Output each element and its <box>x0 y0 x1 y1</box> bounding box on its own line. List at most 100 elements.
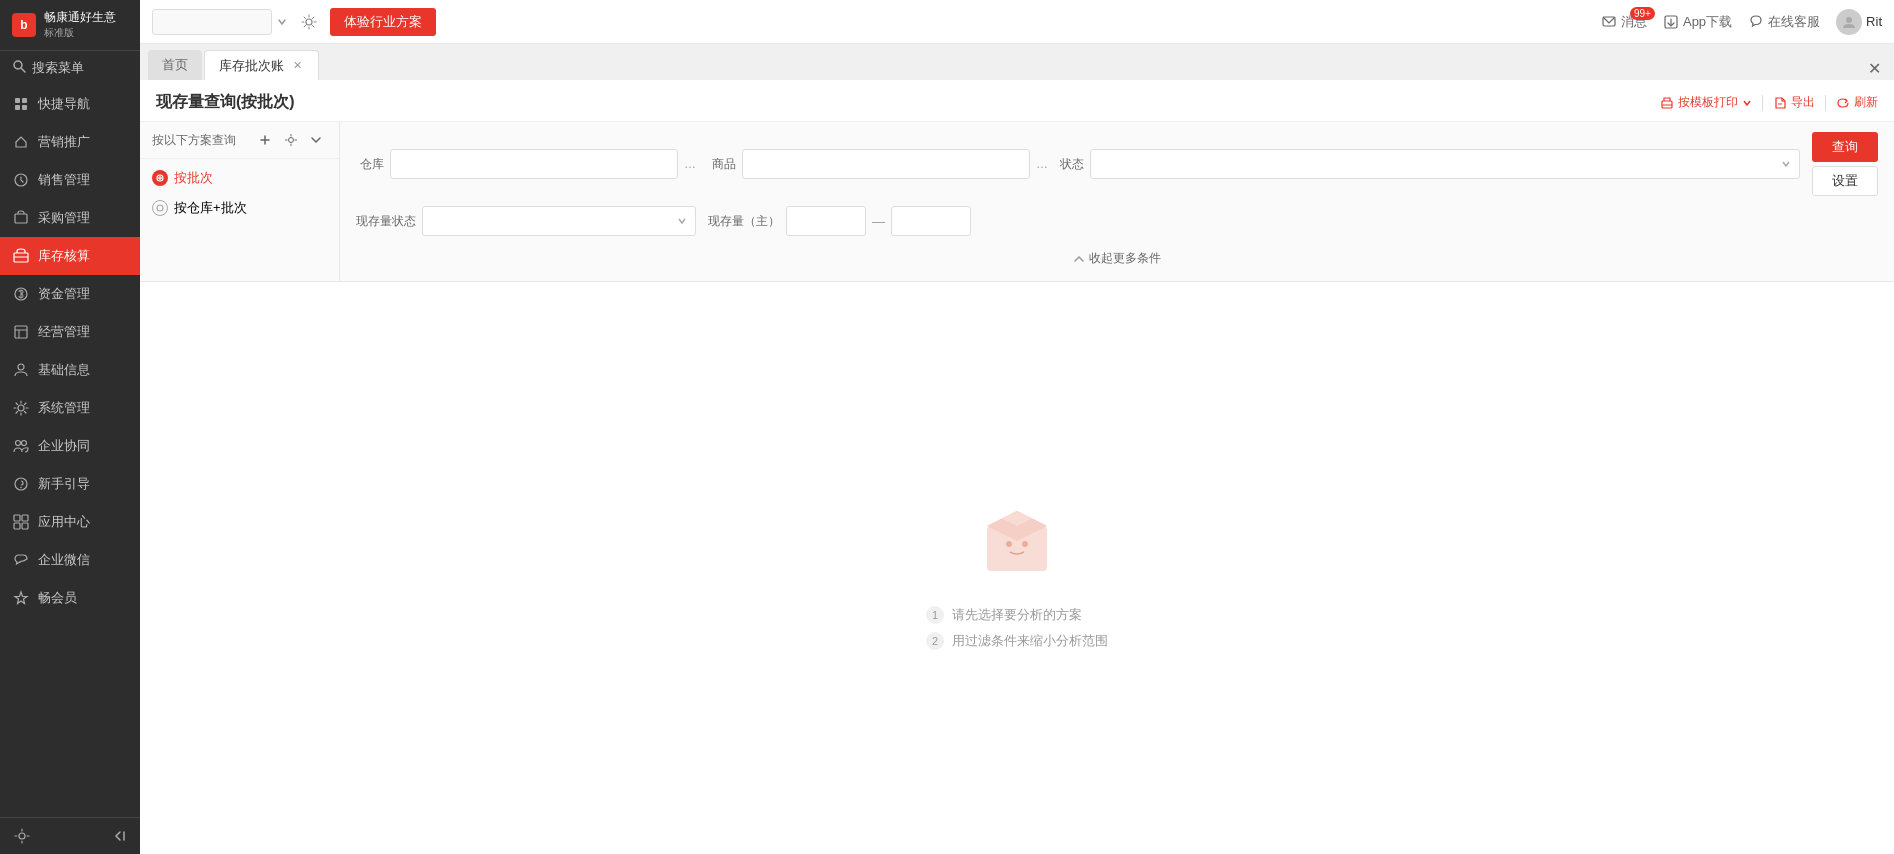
sidebar-item-label: 资金管理 <box>38 285 90 303</box>
operations-icon <box>12 323 30 341</box>
sidebar-footer <box>0 817 140 854</box>
warehouse-label: 仓库 <box>356 156 384 173</box>
sidebar-nav: 快捷导航 营销推广 销售管理 采购管理 <box>0 85 140 817</box>
query-btn[interactable]: 查询 <box>1812 132 1878 162</box>
sidebar-item-marketing[interactable]: 营销推广 <box>0 123 140 161</box>
tab-inventory-batch[interactable]: 库存批次账 ✕ <box>204 50 319 80</box>
goods-more-btn[interactable]: … <box>1036 157 1048 171</box>
sidebar-item-operations[interactable]: 经营管理 <box>0 313 140 351</box>
sidebar-item-basic[interactable]: 基础信息 <box>0 351 140 389</box>
user-avatar-btn[interactable]: Rit <box>1836 9 1882 35</box>
sidebar-item-enterprise-wechat[interactable]: 企业微信 <box>0 541 140 579</box>
empty-hint-2: 2 用过滤条件来缩小分析范围 <box>926 632 1108 650</box>
sidebar-item-finance[interactable]: 资金管理 <box>0 275 140 313</box>
app-download-btn[interactable]: App下载 <box>1663 13 1732 31</box>
filter-sidebar: 按以下方案查询 <box>140 122 340 281</box>
svg-point-31 <box>1846 17 1852 23</box>
panel-close-btn[interactable]: ✕ <box>1862 56 1886 80</box>
refresh-label: 刷新 <box>1854 94 1878 111</box>
sidebar-item-label: 销售管理 <box>38 171 90 189</box>
schema-item-batch[interactable]: 按批次 <box>140 163 339 193</box>
app-download-label: App下载 <box>1683 13 1732 31</box>
goods-input[interactable] <box>742 149 1030 179</box>
messages-badge: 99+ <box>1630 7 1655 20</box>
topbar-dropdown-btn[interactable] <box>276 16 288 28</box>
svg-point-0 <box>14 61 22 69</box>
empty-state: 1 请先选择要分析的方案 2 用过滤条件来缩小分析范围 <box>140 282 1894 854</box>
sidebar-item-app-center[interactable]: 应用中心 <box>0 503 140 541</box>
warehouse-input[interactable] <box>390 149 678 179</box>
schema-warehouse-batch-label: 按仓库+批次 <box>174 199 247 217</box>
hint-text-2: 用过滤条件来缩小分析范围 <box>952 632 1108 650</box>
stock-qty-label: 现存量（主） <box>708 213 780 230</box>
sidebar-item-quick-nav[interactable]: 快捷导航 <box>0 85 140 123</box>
svg-point-25 <box>19 833 25 839</box>
sidebar-header: b 畅康通好生意 标准版 <box>0 0 140 51</box>
empty-hints: 1 请先选择要分析的方案 2 用过滤条件来缩小分析范围 <box>926 606 1108 650</box>
sidebar-item-system[interactable]: 系统管理 <box>0 389 140 427</box>
page-header-actions: 按模板打印 导出 刷新 <box>1660 94 1878 111</box>
filter-sidebar-header-actions <box>255 130 327 150</box>
sidebar-item-label: 系统管理 <box>38 399 90 417</box>
sidebar-item-inventory[interactable]: 库存核算 <box>0 237 140 275</box>
page-header: 现存量查询(按批次) 按模板打印 导出 刷新 <box>140 80 1894 122</box>
collapse-schema-btn[interactable] <box>307 130 327 150</box>
add-schema-btn[interactable] <box>255 130 275 150</box>
svg-rect-7 <box>15 214 27 223</box>
marketing-icon <box>12 133 30 151</box>
stock-qty-min-input[interactable] <box>786 206 866 236</box>
topbar-search-input[interactable] <box>152 9 272 35</box>
divider-1 <box>1762 95 1763 111</box>
settings-footer-icon[interactable] <box>12 826 32 846</box>
svg-point-16 <box>16 440 21 445</box>
tab-close-icon[interactable]: ✕ <box>290 59 304 73</box>
sidebar-item-new-guide[interactable]: 新手引导 <box>0 465 140 503</box>
collapse-btn[interactable]: 收起更多条件 <box>1073 246 1161 271</box>
refresh-btn[interactable]: 刷新 <box>1836 94 1878 111</box>
messages-btn[interactable]: 消息 99+ <box>1601 13 1647 31</box>
export-btn[interactable]: 导出 <box>1773 94 1815 111</box>
sidebar-item-purchase[interactable]: 采购管理 <box>0 199 140 237</box>
sidebar-search[interactable]: 搜索菜单 <box>0 51 140 85</box>
topbar-search-box <box>152 9 288 35</box>
warehouse-more-btn[interactable]: … <box>684 157 696 171</box>
member-icon <box>12 589 30 607</box>
filter-sidebar-title: 按以下方案查询 <box>152 132 236 149</box>
schema-active-icon <box>152 170 168 186</box>
stock-qty-max-input[interactable] <box>891 206 971 236</box>
app-info: 畅康通好生意 标准版 <box>44 10 116 40</box>
export-label: 导出 <box>1791 94 1815 111</box>
sidebar-item-enterprise-collab[interactable]: 企业协同 <box>0 427 140 465</box>
sidebar-item-member[interactable]: 畅会员 <box>0 579 140 617</box>
status-select[interactable] <box>1090 149 1800 179</box>
svg-rect-22 <box>14 523 20 529</box>
stock-status-select[interactable] <box>422 206 696 236</box>
topbar-settings-icon[interactable] <box>296 9 322 35</box>
svg-point-15 <box>18 405 24 411</box>
collapse-sidebar-icon[interactable] <box>108 826 128 846</box>
settings-btn[interactable]: 设置 <box>1812 166 1878 196</box>
empty-illustration <box>967 486 1067 586</box>
print-btn[interactable]: 按模板打印 <box>1660 94 1752 111</box>
online-service-btn[interactable]: 在线客服 <box>1748 13 1820 31</box>
user-avatar <box>1836 9 1862 35</box>
page-title: 现存量查询(按批次) <box>156 92 295 113</box>
inventory-icon <box>12 247 30 265</box>
schema-outline-icon <box>152 200 168 216</box>
filter-sidebar-header: 按以下方案查询 <box>140 122 339 159</box>
experience-btn[interactable]: 体验行业方案 <box>330 8 436 36</box>
topbar: 体验行业方案 消息 99+ App下载 在线客服 <box>140 0 1894 44</box>
schema-item-warehouse-batch[interactable]: 按仓库+批次 <box>140 193 339 223</box>
company-name: 畅康通好生意 <box>44 10 116 26</box>
tab-home[interactable]: 首页 <box>148 50 202 80</box>
topbar-left: 体验行业方案 <box>152 8 1589 36</box>
empty-hint-1: 1 请先选择要分析的方案 <box>926 606 1108 624</box>
filter-status-field: 状态 <box>1060 149 1800 179</box>
sidebar-item-sales[interactable]: 销售管理 <box>0 161 140 199</box>
sidebar-item-label: 库存核算 <box>38 247 90 265</box>
schema-settings-btn[interactable] <box>281 130 301 150</box>
svg-point-19 <box>20 486 22 488</box>
sales-icon <box>12 171 30 189</box>
svg-line-1 <box>22 69 26 73</box>
sidebar-item-label: 营销推广 <box>38 133 90 151</box>
